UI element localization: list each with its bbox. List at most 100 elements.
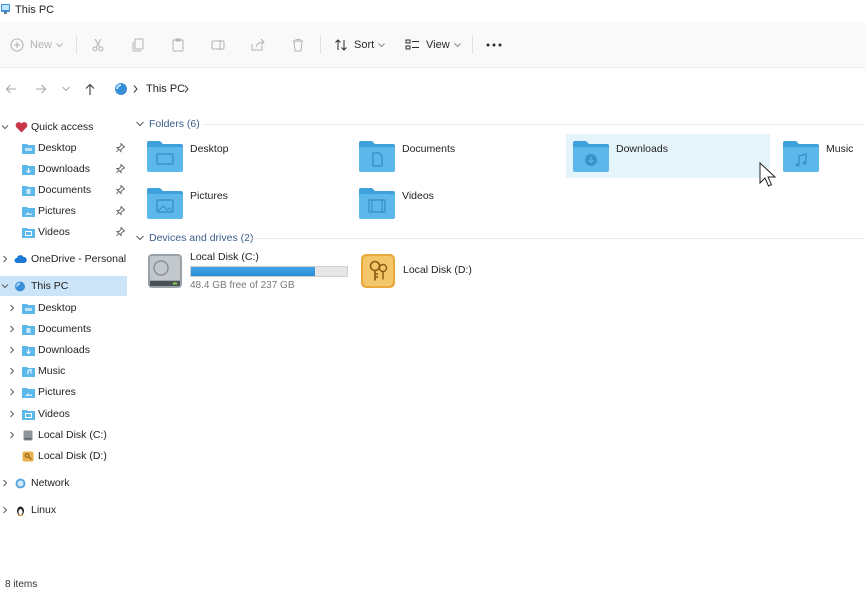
sidebar-item-quick-access[interactable]: Quick access bbox=[0, 117, 127, 137]
sidebar-item-pc-local-disk-c[interactable]: Local Disk (C:) bbox=[0, 425, 127, 445]
up-button[interactable] bbox=[82, 81, 98, 97]
chevron-right-icon[interactable] bbox=[1, 255, 9, 263]
drives-group-label: Devices and drives (2) bbox=[149, 232, 254, 244]
forward-button[interactable] bbox=[33, 81, 49, 97]
chevron-right-icon[interactable] bbox=[8, 346, 16, 354]
desktop-folder-icon bbox=[147, 141, 183, 172]
delete-icon bbox=[293, 39, 303, 52]
folder-tile-downloads[interactable]: Downloads bbox=[566, 134, 770, 178]
sidebar-item-label: Quick access bbox=[31, 121, 94, 133]
navigation-pane: Quick access Desktop Downloads Documents… bbox=[0, 110, 128, 570]
sidebar-item-label: Music bbox=[38, 365, 66, 377]
chevron-down-icon[interactable] bbox=[1, 282, 9, 290]
documents-folder-icon bbox=[22, 185, 35, 196]
videos-folder-icon bbox=[359, 188, 395, 219]
sidebar-item-label: Local Disk (D:) bbox=[38, 450, 107, 462]
share-icon bbox=[251, 38, 265, 51]
view-button-label: View bbox=[426, 39, 450, 51]
sidebar-item-label: Documents bbox=[38, 184, 92, 196]
pin-icon[interactable] bbox=[116, 227, 125, 237]
folder-tile-label: Desktop bbox=[190, 143, 229, 155]
sidebar-item-quick-pictures[interactable]: Pictures bbox=[0, 201, 127, 221]
cloud-icon bbox=[14, 254, 27, 263]
copy-button[interactable] bbox=[131, 34, 145, 56]
delete-button[interactable] bbox=[291, 34, 305, 56]
view-icon bbox=[405, 39, 419, 50]
sort-icon bbox=[335, 39, 347, 51]
sidebar-item-pc-downloads[interactable]: Downloads bbox=[0, 340, 127, 360]
sidebar-item-quick-desktop[interactable]: Desktop bbox=[0, 138, 127, 158]
sidebar-item-label: Linux bbox=[31, 504, 57, 516]
sidebar-item-label: Downloads bbox=[38, 344, 90, 356]
drive-tile-local-disk-d[interactable]: Local Disk (D:) bbox=[354, 250, 564, 294]
pin-icon[interactable] bbox=[116, 164, 125, 174]
chevron-down-icon[interactable] bbox=[1, 123, 9, 131]
view-button[interactable]: View bbox=[405, 34, 461, 56]
group-divider bbox=[250, 238, 865, 239]
window-title: This PC bbox=[15, 4, 55, 16]
pin-icon[interactable] bbox=[116, 143, 125, 153]
chevron-right-icon[interactable] bbox=[8, 325, 16, 333]
chevron-right-icon[interactable] bbox=[1, 479, 9, 487]
chevron-right-icon[interactable] bbox=[1, 506, 9, 514]
separator bbox=[76, 36, 77, 54]
chevron-right-icon[interactable] bbox=[8, 304, 16, 312]
sidebar-item-this-pc[interactable]: This PC bbox=[0, 276, 127, 296]
folder-tile-label: Music bbox=[826, 143, 854, 155]
folder-tile-documents[interactable]: Documents bbox=[352, 134, 556, 178]
sort-button-label: Sort bbox=[354, 39, 375, 51]
rename-button[interactable] bbox=[211, 34, 225, 56]
cut-button[interactable] bbox=[91, 34, 105, 56]
sidebar-item-onedrive[interactable]: OneDrive - Personal bbox=[0, 249, 127, 269]
chevron-right-icon[interactable] bbox=[8, 388, 16, 396]
sidebar-item-network[interactable]: Network bbox=[0, 473, 127, 493]
drive-usage-bar bbox=[190, 266, 348, 277]
new-button[interactable]: New bbox=[10, 34, 63, 56]
breadcrumb-separator[interactable] bbox=[130, 81, 140, 97]
drives-group-header[interactable]: Devices and drives (2) bbox=[136, 232, 253, 244]
sidebar-item-linux[interactable]: Linux bbox=[0, 500, 127, 520]
chevron-right-icon[interactable] bbox=[8, 431, 16, 439]
sidebar-item-label: Desktop bbox=[38, 142, 77, 154]
sidebar-item-label: Videos bbox=[38, 408, 70, 420]
share-button[interactable] bbox=[251, 34, 265, 56]
sidebar-item-quick-downloads[interactable]: Downloads bbox=[0, 159, 127, 179]
sidebar-item-label: This PC bbox=[31, 280, 69, 292]
folder-tile-pictures[interactable]: Pictures bbox=[140, 181, 344, 225]
back-button[interactable] bbox=[3, 81, 19, 97]
sidebar-item-label: Documents bbox=[38, 323, 92, 335]
sort-button[interactable]: Sort bbox=[334, 34, 386, 56]
breadcrumb-this-pc[interactable]: This PC bbox=[146, 83, 185, 95]
sidebar-item-label: Downloads bbox=[38, 163, 90, 175]
pin-icon[interactable] bbox=[116, 185, 125, 195]
sidebar-item-quick-videos[interactable]: Videos bbox=[0, 222, 127, 242]
drive-tile-local-disk-c[interactable]: Local Disk (C:) 48.4 GB free of 237 GB bbox=[141, 250, 351, 294]
pictures-folder-icon bbox=[22, 387, 35, 398]
sidebar-item-pc-pictures[interactable]: Pictures bbox=[0, 382, 127, 402]
sidebar-item-pc-local-disk-d[interactable]: Local Disk (D:) bbox=[0, 446, 127, 466]
sidebar-item-pc-desktop[interactable]: Desktop bbox=[0, 298, 127, 318]
folder-tile-desktop[interactable]: Desktop bbox=[140, 134, 344, 178]
folder-tile-videos[interactable]: Videos bbox=[352, 181, 556, 225]
more-options-button[interactable] bbox=[486, 34, 502, 56]
sidebar-item-label: Pictures bbox=[38, 205, 76, 217]
arrow-right-icon bbox=[36, 84, 47, 94]
separator bbox=[320, 36, 321, 54]
folders-group-header[interactable]: Folders (6) bbox=[136, 118, 200, 130]
sidebar-item-pc-videos[interactable]: Videos bbox=[0, 404, 127, 424]
recent-locations-button[interactable] bbox=[58, 81, 74, 97]
sidebar-item-pc-documents[interactable]: Documents bbox=[0, 319, 127, 339]
chevron-right-icon[interactable] bbox=[8, 367, 16, 375]
chevron-right-icon[interactable] bbox=[8, 410, 16, 418]
drive-label: Local Disk (C:) bbox=[190, 251, 259, 263]
heart-icon bbox=[15, 121, 28, 132]
location-icon-button[interactable] bbox=[113, 81, 129, 97]
network-icon bbox=[15, 478, 26, 488]
sidebar-item-pc-music[interactable]: Music bbox=[0, 361, 127, 381]
sidebar-item-quick-documents[interactable]: Documents bbox=[0, 180, 127, 200]
breadcrumb-separator[interactable] bbox=[181, 81, 191, 97]
paste-button[interactable] bbox=[171, 34, 185, 56]
this-pc-icon bbox=[1, 4, 10, 14]
pin-icon[interactable] bbox=[116, 206, 125, 216]
folder-tile-music[interactable]: Music bbox=[776, 134, 865, 178]
